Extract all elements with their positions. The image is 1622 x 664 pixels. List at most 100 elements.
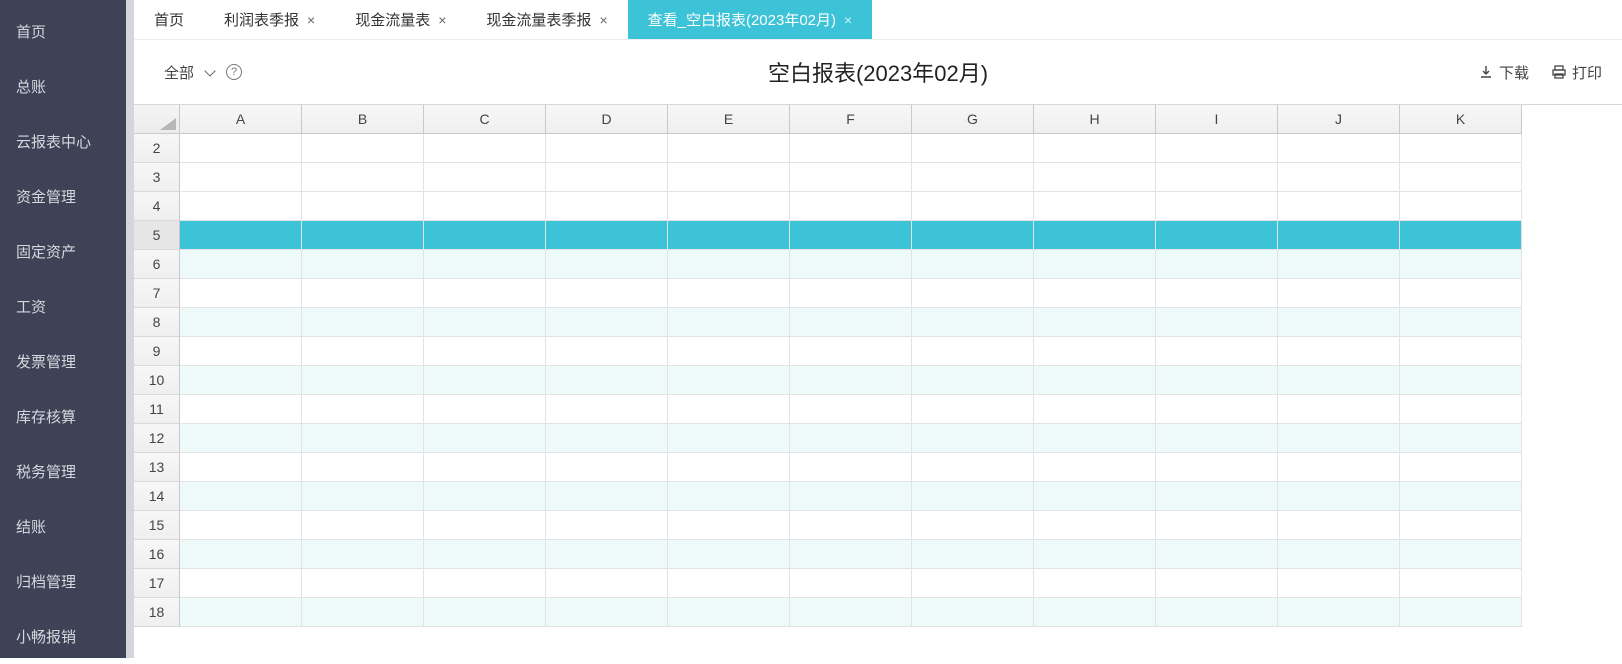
tab-4[interactable]: 查看_空白报表(2023年02月)×: [628, 0, 873, 39]
cell-B9[interactable]: [302, 337, 424, 366]
cell-I14[interactable]: [1156, 482, 1278, 511]
column-header-F[interactable]: F: [790, 105, 912, 134]
cell-H10[interactable]: [1034, 366, 1156, 395]
cell-A9[interactable]: [180, 337, 302, 366]
cell-C10[interactable]: [424, 366, 546, 395]
cell-F18[interactable]: [790, 598, 912, 627]
cell-F5[interactable]: [790, 221, 912, 250]
cell-B17[interactable]: [302, 569, 424, 598]
cell-B4[interactable]: [302, 192, 424, 221]
row-header-16[interactable]: 16: [134, 540, 180, 569]
cell-F4[interactable]: [790, 192, 912, 221]
cell-J14[interactable]: [1278, 482, 1400, 511]
cell-I17[interactable]: [1156, 569, 1278, 598]
cell-J13[interactable]: [1278, 453, 1400, 482]
cell-G9[interactable]: [912, 337, 1034, 366]
cell-H5[interactable]: [1034, 221, 1156, 250]
cell-E3[interactable]: [668, 163, 790, 192]
close-icon[interactable]: ×: [438, 12, 446, 28]
cell-J16[interactable]: [1278, 540, 1400, 569]
row-header-18[interactable]: 18: [134, 598, 180, 627]
print-button[interactable]: 打印: [1551, 62, 1602, 83]
cell-B10[interactable]: [302, 366, 424, 395]
cell-K8[interactable]: [1400, 308, 1522, 337]
cell-H6[interactable]: [1034, 250, 1156, 279]
cell-K10[interactable]: [1400, 366, 1522, 395]
cell-E7[interactable]: [668, 279, 790, 308]
cell-H11[interactable]: [1034, 395, 1156, 424]
cell-H4[interactable]: [1034, 192, 1156, 221]
spreadsheet[interactable]: ABCDEFGHIJK23456789101112131415161718: [134, 104, 1622, 658]
cell-A7[interactable]: [180, 279, 302, 308]
cell-C12[interactable]: [424, 424, 546, 453]
cell-H7[interactable]: [1034, 279, 1156, 308]
cell-G18[interactable]: [912, 598, 1034, 627]
cell-F9[interactable]: [790, 337, 912, 366]
column-header-J[interactable]: J: [1278, 105, 1400, 134]
sidebar-item-tax[interactable]: 税务管理: [0, 444, 126, 499]
cell-G8[interactable]: [912, 308, 1034, 337]
cell-B7[interactable]: [302, 279, 424, 308]
cell-F2[interactable]: [790, 134, 912, 163]
cell-E16[interactable]: [668, 540, 790, 569]
cell-I9[interactable]: [1156, 337, 1278, 366]
cell-I15[interactable]: [1156, 511, 1278, 540]
column-header-D[interactable]: D: [546, 105, 668, 134]
cell-K18[interactable]: [1400, 598, 1522, 627]
sidebar-item-fixed-asset[interactable]: 固定资产: [0, 224, 126, 279]
cell-C14[interactable]: [424, 482, 546, 511]
cell-G4[interactable]: [912, 192, 1034, 221]
cell-B13[interactable]: [302, 453, 424, 482]
cell-C3[interactable]: [424, 163, 546, 192]
cell-E2[interactable]: [668, 134, 790, 163]
cell-G17[interactable]: [912, 569, 1034, 598]
cell-A2[interactable]: [180, 134, 302, 163]
sidebar-item-home[interactable]: 首页: [0, 4, 126, 59]
cell-H15[interactable]: [1034, 511, 1156, 540]
cell-A12[interactable]: [180, 424, 302, 453]
column-header-I[interactable]: I: [1156, 105, 1278, 134]
cell-F13[interactable]: [790, 453, 912, 482]
cell-F10[interactable]: [790, 366, 912, 395]
cell-E18[interactable]: [668, 598, 790, 627]
cell-E6[interactable]: [668, 250, 790, 279]
cell-A10[interactable]: [180, 366, 302, 395]
cell-D9[interactable]: [546, 337, 668, 366]
cell-H17[interactable]: [1034, 569, 1156, 598]
cell-F8[interactable]: [790, 308, 912, 337]
cell-I4[interactable]: [1156, 192, 1278, 221]
cell-I13[interactable]: [1156, 453, 1278, 482]
cell-K13[interactable]: [1400, 453, 1522, 482]
cell-J6[interactable]: [1278, 250, 1400, 279]
sidebar-item-archive[interactable]: 归档管理: [0, 554, 126, 609]
cell-B15[interactable]: [302, 511, 424, 540]
cell-E4[interactable]: [668, 192, 790, 221]
column-header-E[interactable]: E: [668, 105, 790, 134]
row-header-2[interactable]: 2: [134, 134, 180, 163]
cell-D5[interactable]: [546, 221, 668, 250]
cell-J7[interactable]: [1278, 279, 1400, 308]
cell-H18[interactable]: [1034, 598, 1156, 627]
cell-D15[interactable]: [546, 511, 668, 540]
cell-G16[interactable]: [912, 540, 1034, 569]
cell-D11[interactable]: [546, 395, 668, 424]
cell-D8[interactable]: [546, 308, 668, 337]
cell-E13[interactable]: [668, 453, 790, 482]
cell-J15[interactable]: [1278, 511, 1400, 540]
cell-A3[interactable]: [180, 163, 302, 192]
cell-I5[interactable]: [1156, 221, 1278, 250]
cell-K17[interactable]: [1400, 569, 1522, 598]
cell-G13[interactable]: [912, 453, 1034, 482]
cell-E17[interactable]: [668, 569, 790, 598]
cell-F16[interactable]: [790, 540, 912, 569]
row-header-7[interactable]: 7: [134, 279, 180, 308]
cell-G15[interactable]: [912, 511, 1034, 540]
tab-0[interactable]: 首页: [134, 0, 204, 39]
cell-J11[interactable]: [1278, 395, 1400, 424]
cell-B2[interactable]: [302, 134, 424, 163]
cell-G3[interactable]: [912, 163, 1034, 192]
cell-B8[interactable]: [302, 308, 424, 337]
cell-E15[interactable]: [668, 511, 790, 540]
cell-J12[interactable]: [1278, 424, 1400, 453]
column-header-K[interactable]: K: [1400, 105, 1522, 134]
